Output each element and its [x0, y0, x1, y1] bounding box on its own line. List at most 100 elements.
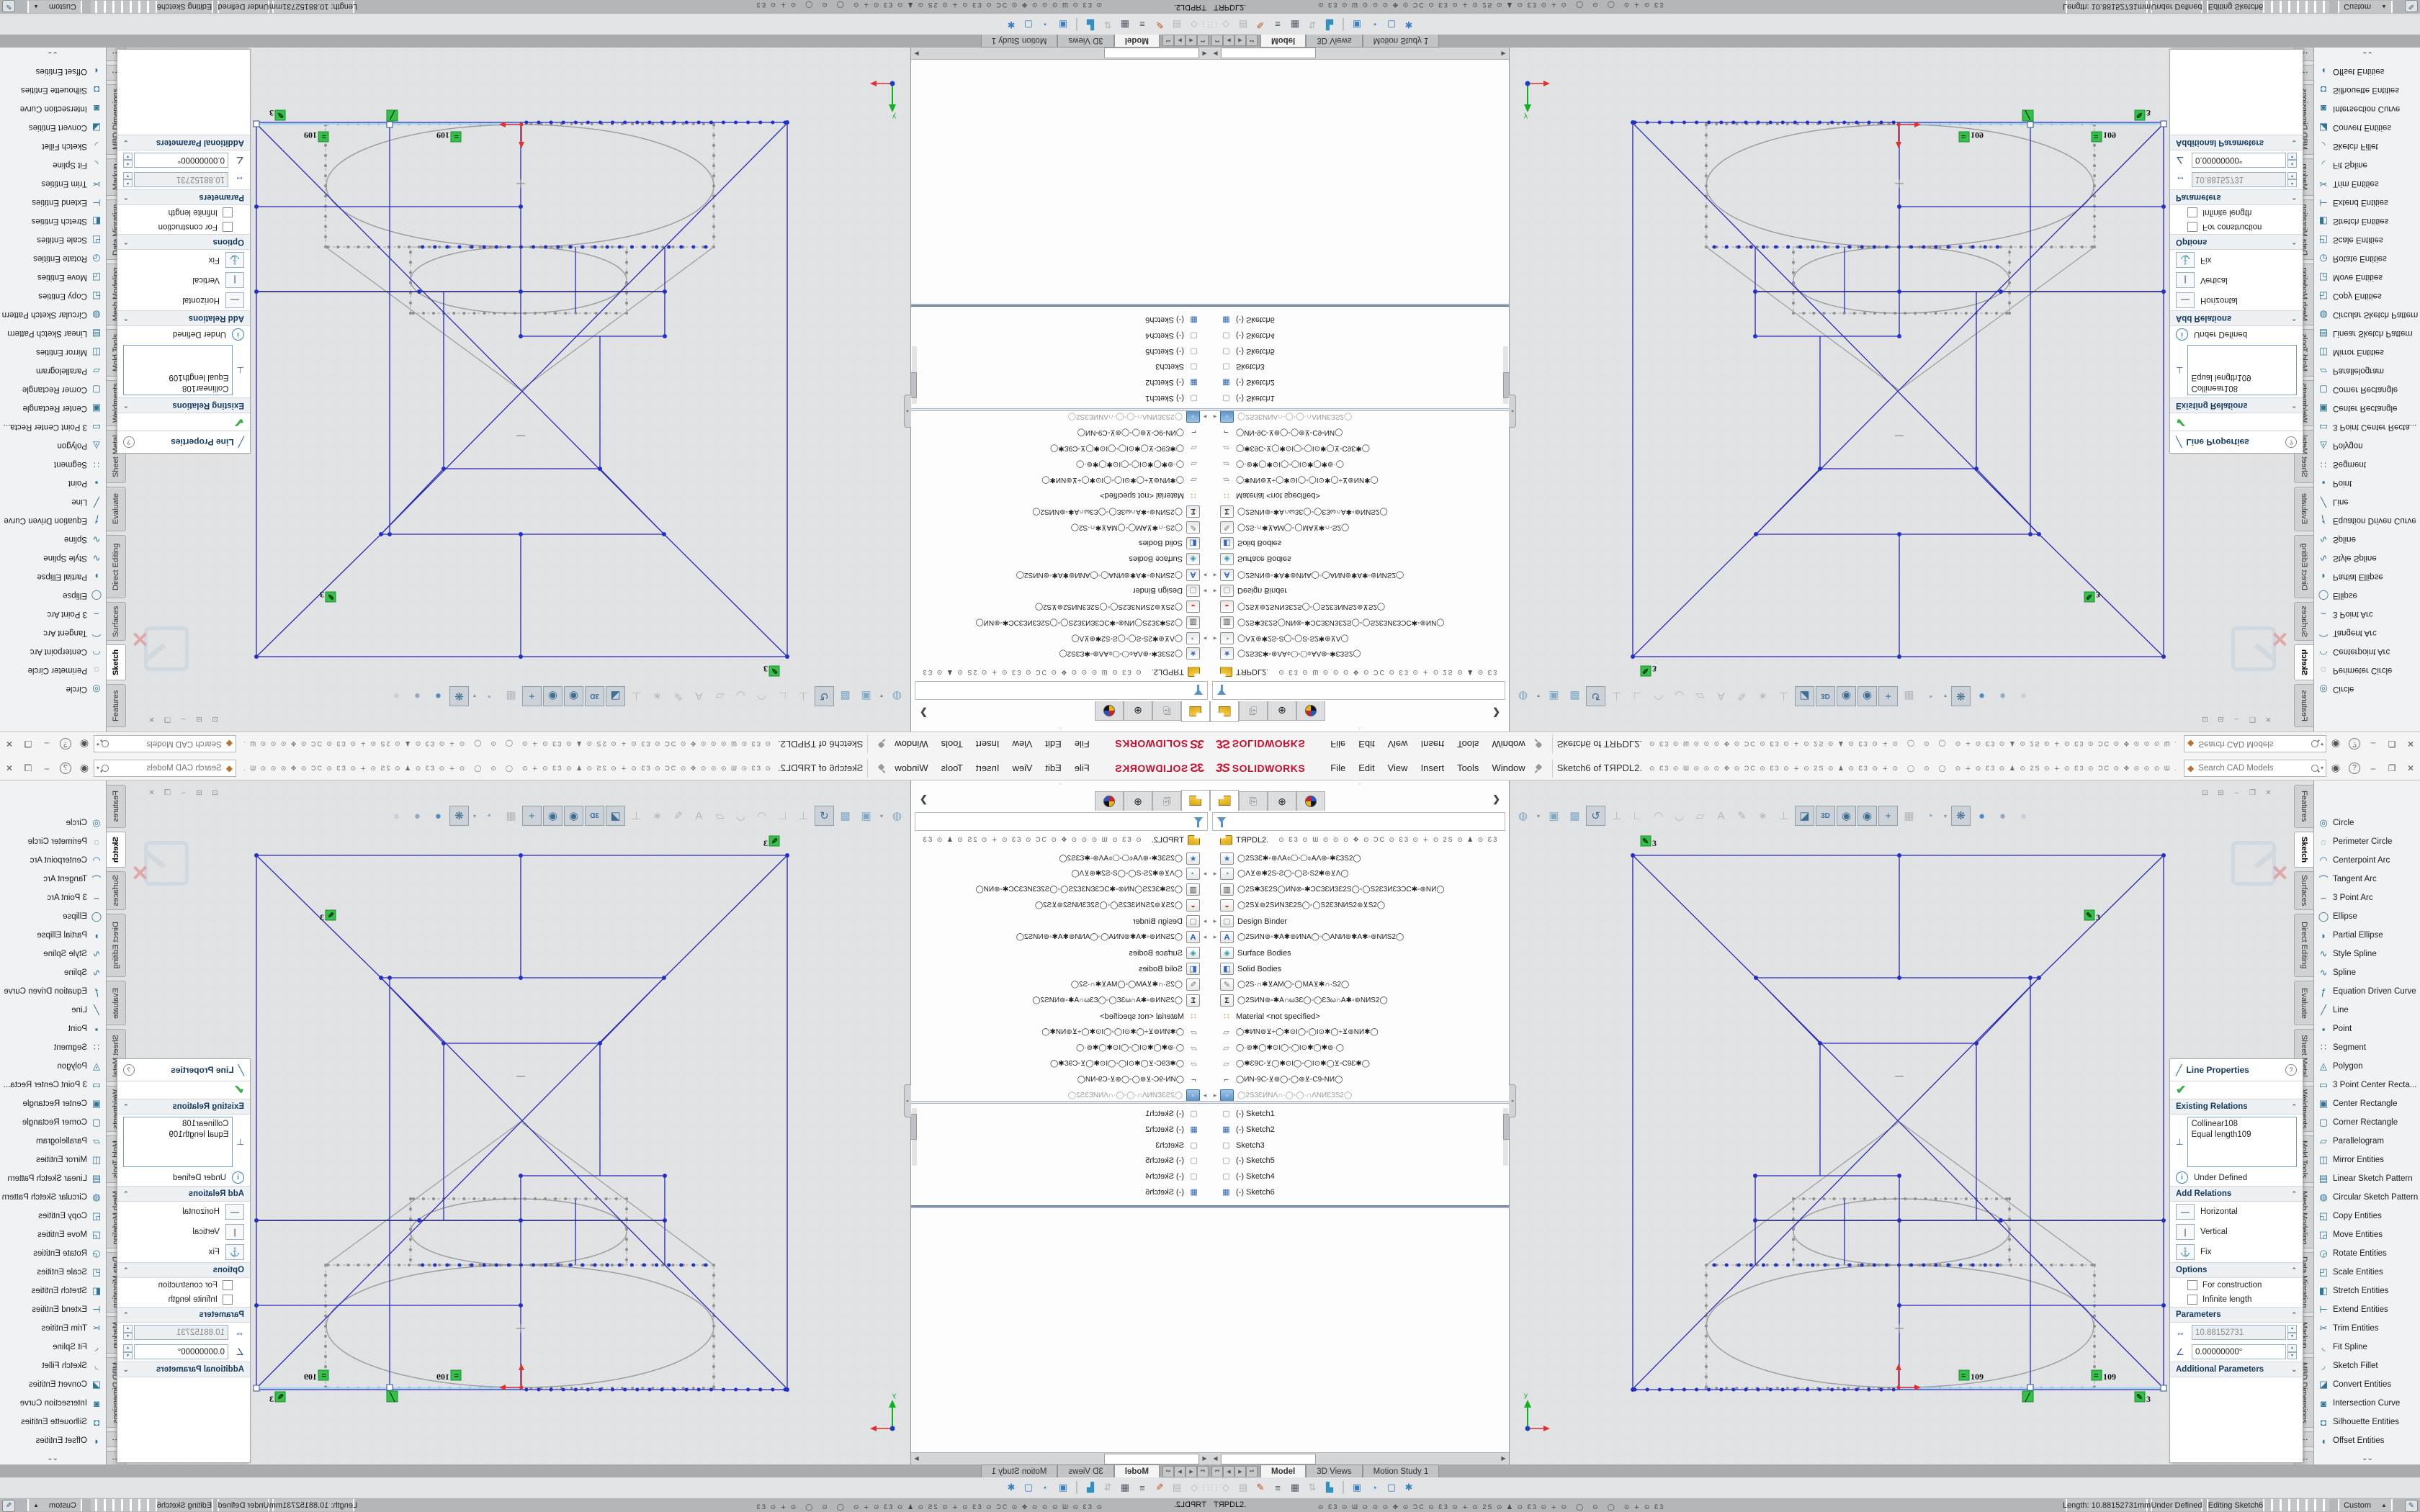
- sketch-tool-item[interactable]: ∿ Spline: [0, 530, 106, 549]
- add-relation-button[interactable]: ⚓ Fix: [2170, 1242, 2303, 1262]
- sketch-tool-item[interactable]: ⌒ Tangent Arc: [0, 624, 106, 642]
- toolbar-icon[interactable]: ∟: [773, 806, 792, 826]
- sketch-tool-item[interactable]: ◠ Centerpoint Arc: [2314, 851, 2420, 870]
- relation-item[interactable]: Equal length109: [127, 372, 229, 382]
- sketch-tool-item[interactable]: ▤ Linear Sketch Pattern: [2314, 324, 2420, 343]
- scroll-right-icon[interactable]: ▶: [1498, 1453, 1509, 1464]
- confirmation-corner[interactable]: ✕: [2231, 618, 2289, 675]
- restore-button[interactable]: ❐: [2383, 760, 2401, 777]
- doc-window-control-icon[interactable]: ❐: [163, 715, 172, 723]
- search-input[interactable]: [2197, 763, 2309, 773]
- tree-vertical-scrollbar[interactable]: [912, 1108, 917, 1166]
- expand-arrow-icon[interactable]: ▸: [1200, 571, 1210, 579]
- motion-toolbar-icon[interactable]: ✎: [1151, 1480, 1168, 1495]
- doc-window-control-icon[interactable]: ⊡: [2200, 789, 2210, 797]
- tree-row[interactable]: ▦ (-) Sketch2: [911, 375, 1210, 390]
- motion-toolbar-icon[interactable]: ◔: [1037, 1480, 1054, 1495]
- toolbar-icon[interactable]: ▱: [1690, 686, 1710, 706]
- scrollbar-thumb[interactable]: [1503, 1114, 1510, 1140]
- sketch-tool-item[interactable]: ◯ Ellipse: [2314, 907, 2420, 926]
- search-input[interactable]: [111, 739, 223, 750]
- toolbar-icon[interactable]: ▣: [1544, 806, 1564, 826]
- tab-featuremanager-design-tree[interactable]: [1210, 790, 1239, 811]
- sketch-tool-item[interactable]: ◧ Stretch Entities: [2314, 212, 2420, 230]
- sketch-tool-item[interactable]: ◶ Rotate Entities: [2314, 249, 2420, 268]
- motion-toolbar-icon[interactable]: ▢: [1383, 17, 1400, 32]
- motion-toolbar-icon[interactable]: [1076, 1481, 1077, 1494]
- sketch-tool-item[interactable]: ∿ Spline: [2314, 530, 2420, 549]
- relations-listbox[interactable]: Collinear108 Equal length109: [123, 1117, 233, 1167]
- motion-toolbar-icon[interactable]: ✱: [1400, 17, 1417, 32]
- section-additional-parameters[interactable]: Additional Parameters ⌄: [117, 1362, 250, 1377]
- panel-expand-icon[interactable]: ❯: [920, 707, 928, 719]
- sketch-tool-item[interactable]: ◍ Circular Sketch Pattern: [0, 305, 106, 324]
- toolbar-icon[interactable]: ◍: [1513, 806, 1533, 826]
- toolbar-icon[interactable]: ◠: [1649, 806, 1668, 826]
- toolbar-icon[interactable]: ▾: [470, 686, 479, 706]
- panel-splitter-handle[interactable]: ◂: [1509, 1084, 1516, 1117]
- add-relation-button[interactable]: | Vertical: [2170, 1222, 2303, 1242]
- menu-item[interactable]: View: [1381, 736, 1415, 752]
- relation-item[interactable]: Collinear108: [127, 382, 229, 393]
- relation-item[interactable]: Equal length109: [2191, 1130, 2293, 1140]
- doc-window-control-icon[interactable]: ⊡: [210, 789, 220, 797]
- toolbar-icon[interactable]: ◡: [1670, 686, 1689, 706]
- toolbar-icon[interactable]: ▦: [1899, 686, 1919, 706]
- checkbox[interactable]: [2187, 207, 2197, 217]
- commandmanager-tab[interactable]: Direct Editing: [2294, 535, 2313, 598]
- commandmanager-tab[interactable]: Surfaces: [2294, 602, 2313, 641]
- sketch-tool-item[interactable]: ◌ Perimeter Circle: [2314, 832, 2420, 851]
- motion-toolbar-icon[interactable]: ▙: [1321, 17, 1338, 32]
- section-add-relations[interactable]: Add Relations ⌃: [117, 310, 250, 326]
- sketch-tool-item[interactable]: ▣ Center Rectangle: [2314, 399, 2420, 418]
- length-field[interactable]: 10.88152731: [134, 172, 228, 187]
- sketch-tool-item[interactable]: ◰ Scale Entities: [2314, 1263, 2420, 1282]
- collapse-icon[interactable]: ⌃: [2291, 1266, 2297, 1274]
- menu-item[interactable]: Edit: [1352, 760, 1381, 776]
- menu-item[interactable]: File: [1068, 736, 1096, 752]
- rollback-bar[interactable]: [911, 304, 1210, 307]
- tab-configuration-manager[interactable]: ⊕: [1124, 791, 1152, 811]
- sketch-tool-item[interactable]: ▭ 3 Point Center Recta...: [0, 418, 106, 436]
- document-tab[interactable]: 3D Views: [1057, 35, 1113, 48]
- minimize-button[interactable]: –: [2364, 760, 2383, 777]
- toolbar-icon[interactable]: ∗: [1753, 686, 1773, 706]
- motion-toolbar-icon[interactable]: [1076, 18, 1077, 31]
- sketch-tool-item[interactable]: ◱ Copy Entities: [0, 1207, 106, 1225]
- sketch-tool-item[interactable]: ƒ Equation Driven Curve: [0, 982, 106, 1001]
- tree-filter-box[interactable]: [1212, 812, 1505, 831]
- length-spinner[interactable]: ▲▼: [2287, 1325, 2297, 1340]
- relation-item[interactable]: Equal length109: [127, 1130, 229, 1140]
- section-parameters[interactable]: Parameters ⌃: [2170, 1307, 2303, 1323]
- expand-arrow-icon[interactable]: ▸: [1200, 933, 1210, 941]
- tab-nav-icon[interactable]: ▶: [1174, 35, 1186, 46]
- doc-window-control-icon[interactable]: ⊟: [194, 789, 204, 797]
- tree-row[interactable]: ▢ (-) Sketch4: [1210, 328, 1509, 343]
- sketch-tool-item[interactable]: ◪ Convert Entities: [0, 1375, 106, 1394]
- menu-item[interactable]: Insert: [1415, 760, 1451, 776]
- toolbar-icon[interactable]: ▱: [710, 686, 730, 706]
- sketch-tool-item[interactable]: ⌢ 3 Point Arc: [0, 605, 106, 624]
- sketch-tool-item[interactable]: ▢ Corner Rectangle: [2314, 1113, 2420, 1132]
- tab-featuremanager-design-tree[interactable]: [1181, 790, 1210, 811]
- pushpin-icon[interactable]: [1535, 739, 1545, 750]
- tree-row[interactable]: ★ ◯2S3Ɛ✱◦⊛ΛA⌽◯◦◯⌽AΛ⊛◦✱Ɛ3S2◯: [911, 646, 1210, 661]
- restore-button[interactable]: ❐: [2383, 736, 2401, 753]
- sketch-tool-item[interactable]: ▭ 3 Point Center Recta...: [0, 1076, 106, 1094]
- toolbar-icon[interactable]: ◡: [1670, 806, 1689, 826]
- sketch-tool-item[interactable]: ◪ Convert Entities: [0, 118, 106, 137]
- sketch-tool-item[interactable]: ◖ Offset Entities: [0, 62, 106, 81]
- motion-toolbar-icon[interactable]: ⋮⋮: [1210, 1480, 1217, 1495]
- sketch-tool-item[interactable]: ◖ Offset Entities: [0, 1431, 106, 1450]
- length-spinner[interactable]: ▲▼: [123, 1325, 133, 1340]
- doc-window-control-icon[interactable]: ⊟: [194, 715, 204, 723]
- motion-toolbar-icon[interactable]: ⋮⋮: [1203, 1480, 1210, 1495]
- sketch-tool-item[interactable]: ◫ Mirror Entities: [0, 1151, 106, 1169]
- tree-row[interactable]: ★ ◯2S3Ɛ✱◦⊛ΛA⌽◯◦◯⌽AΛ⊛◦✱Ɛ3S2◯: [1210, 851, 1509, 866]
- tree-row[interactable]: ◈ Surface Bodies: [1210, 552, 1509, 567]
- toolbar-icon[interactable]: A: [689, 806, 709, 826]
- help-icon[interactable]: ?: [123, 1064, 135, 1076]
- toolbar-icon[interactable]: ●: [1993, 806, 2012, 826]
- tab-nav-icon[interactable]: ⏭: [1246, 35, 1258, 46]
- option-row[interactable]: For construction: [2170, 220, 2303, 234]
